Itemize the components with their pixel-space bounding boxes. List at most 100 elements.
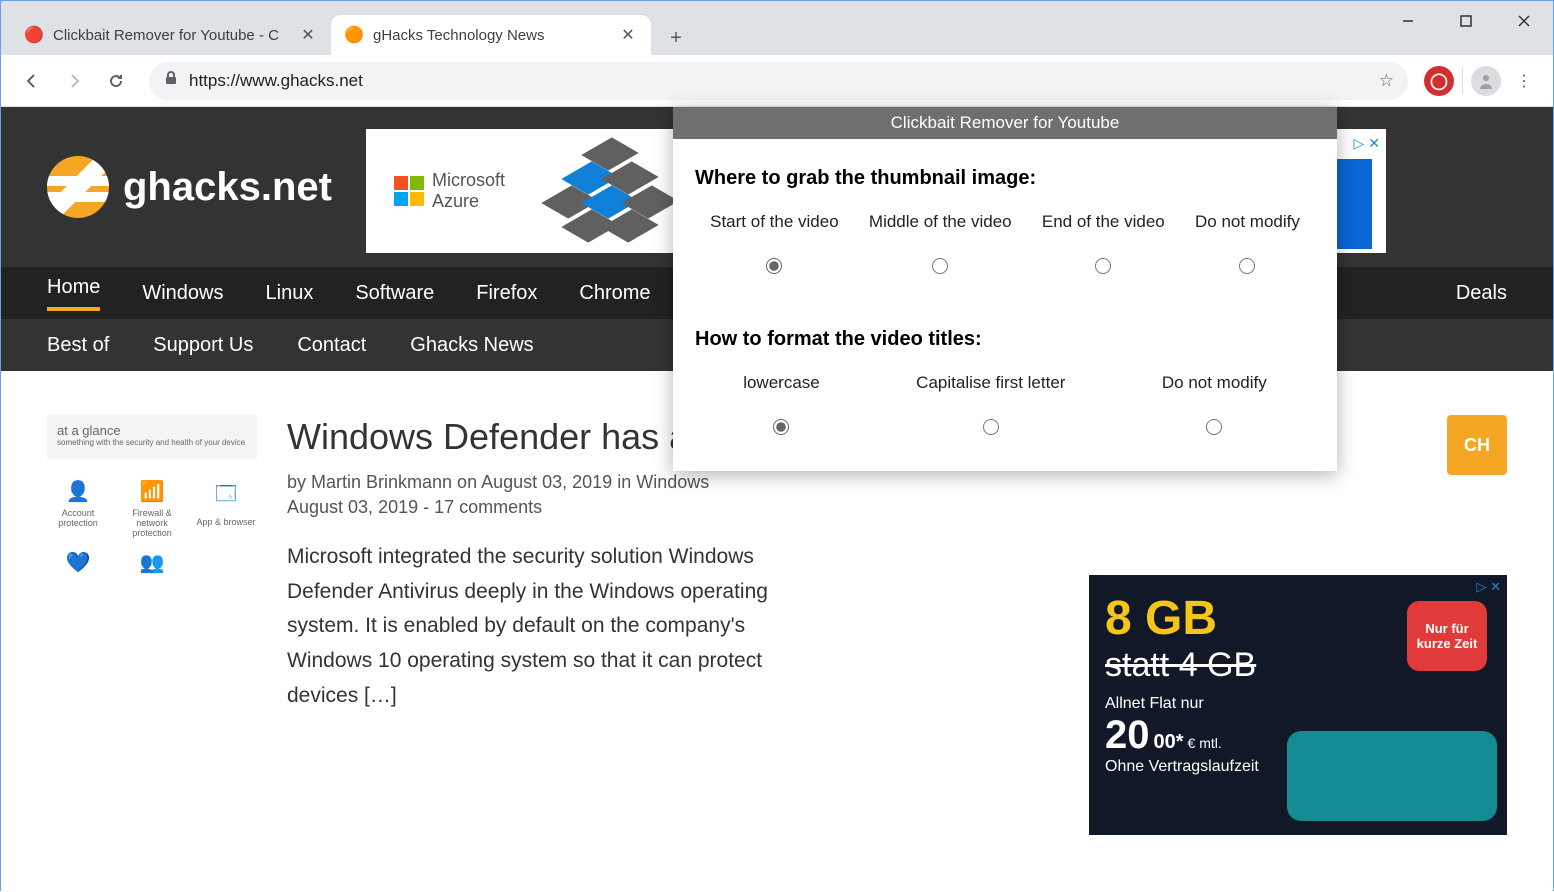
- minimize-button[interactable]: [1379, 3, 1437, 39]
- article-thumbnail: at a glance something with the security …: [47, 415, 257, 713]
- thumb-sub: something with the security and health o…: [57, 438, 247, 447]
- nav-deals[interactable]: Deals: [1456, 282, 1507, 305]
- thumb-heading: at a glance: [57, 423, 247, 438]
- ad-cents: 00*: [1154, 731, 1184, 754]
- article-byline: by Martin Brinkmann on August 03, 2019 i…: [287, 472, 1047, 493]
- option-middle-video[interactable]: Middle of the video: [869, 212, 1012, 274]
- radio-capitalise[interactable]: [983, 419, 999, 435]
- opt-label: Do not modify: [1162, 373, 1267, 393]
- radio-lowercase[interactable]: [773, 419, 789, 435]
- option-end-video[interactable]: End of the video: [1042, 212, 1165, 274]
- microsoft-logo-icon: [394, 176, 424, 206]
- thumbnail-options: Start of the video Middle of the video E…: [695, 212, 1315, 274]
- popup-question-thumbnail: Where to grab the thumbnail image:: [695, 167, 1315, 190]
- ad-couch-graphic: [1287, 731, 1497, 821]
- ad-price: 20: [1105, 713, 1150, 758]
- option-title-nomod[interactable]: Do not modify: [1162, 373, 1267, 435]
- close-tab-icon[interactable]: ✕: [299, 26, 317, 44]
- nav-ghacksnews[interactable]: Ghacks News: [410, 334, 533, 357]
- maximize-button[interactable]: [1437, 3, 1495, 39]
- opt-label: Start of the video: [710, 212, 839, 232]
- tile-firewall: 📶 Firewall & network protection: [121, 479, 183, 538]
- tab-ghacks[interactable]: 🟠 gHacks Technology News ✕: [331, 15, 651, 55]
- tile-family: 👥: [121, 550, 183, 575]
- nav-software[interactable]: Software: [355, 282, 434, 305]
- radio-middle[interactable]: [932, 258, 948, 274]
- option-start-video[interactable]: Start of the video: [710, 212, 839, 274]
- opt-label: Middle of the video: [869, 212, 1012, 232]
- adchoices-icon[interactable]: ▷ ✕: [1476, 579, 1501, 595]
- article-dateline: August 03, 2019 - 17 comments: [287, 497, 1047, 518]
- site-logo[interactable]: ghacks.net: [47, 156, 332, 218]
- brand-azure: Azure: [432, 191, 479, 211]
- forward-button[interactable]: [57, 64, 91, 98]
- security-tiles: 👤 Account protection 📶 Firewall & network …: [47, 479, 257, 575]
- back-button[interactable]: [15, 64, 49, 98]
- azure-brand: Microsoft Azure: [394, 170, 505, 212]
- nav-firefox[interactable]: Firefox: [476, 282, 537, 305]
- chrome-menu-button[interactable]: ⋮: [1509, 66, 1539, 96]
- popup-question-titles: How to format the video titles:: [695, 328, 1315, 351]
- app-browser-icon: 🗔: [215, 479, 237, 513]
- option-thumb-nomod[interactable]: Do not modify: [1195, 212, 1300, 274]
- article-date: August 03, 2019: [287, 497, 418, 517]
- option-lowercase[interactable]: lowercase: [743, 373, 820, 435]
- close-tab-icon[interactable]: ✕: [619, 26, 637, 44]
- browser-toolbar: https://www.ghacks.net ☆ ◯ ⋮: [1, 55, 1553, 107]
- nav-windows[interactable]: Windows: [142, 282, 223, 305]
- adplay-icon: ▷: [1353, 135, 1364, 152]
- adchoices[interactable]: ▷✕: [1353, 135, 1380, 152]
- reload-button[interactable]: [99, 64, 133, 98]
- account-icon: 👤: [66, 479, 91, 504]
- radio-title-nomod[interactable]: [1206, 419, 1222, 435]
- article-body: Microsoft integrated the security soluti…: [287, 540, 797, 713]
- option-capitalise[interactable]: Capitalise first letter: [916, 373, 1065, 435]
- health-icon: 💙: [66, 550, 91, 575]
- tab-title: Clickbait Remover for Youtube - C: [53, 27, 289, 44]
- nav-chrome[interactable]: Chrome: [579, 282, 650, 305]
- brand-ms: Microsoft: [432, 170, 505, 190]
- nav-support[interactable]: Support Us: [153, 334, 253, 357]
- tile-label: App & browser: [196, 517, 255, 527]
- search-button[interactable]: CH: [1447, 415, 1507, 475]
- url-text: https://www.ghacks.net: [189, 71, 1369, 91]
- tab-title: gHacks Technology News: [373, 27, 609, 44]
- popup-title: Clickbait Remover for Youtube: [673, 107, 1337, 139]
- close-window-button[interactable]: [1495, 3, 1553, 39]
- radio-end[interactable]: [1095, 258, 1111, 274]
- radio-nomod[interactable]: [1239, 258, 1255, 274]
- family-icon: 👥: [140, 550, 165, 575]
- nav-bestof[interactable]: Best of: [47, 334, 109, 357]
- adclose-icon[interactable]: ✕: [1368, 135, 1380, 152]
- nav-home[interactable]: Home: [47, 276, 100, 311]
- lock-icon: [163, 70, 179, 91]
- tab-clickbait-remover[interactable]: 🔴 Clickbait Remover for Youtube - C ✕: [11, 15, 331, 55]
- profile-avatar[interactable]: [1471, 66, 1501, 96]
- address-bar[interactable]: https://www.ghacks.net ☆: [149, 62, 1408, 100]
- sidebar-ad[interactable]: ▷ ✕ 8 GB statt 4 GB Allnet Flat nur 20 0…: [1089, 575, 1507, 835]
- window-controls: [1379, 1, 1553, 41]
- tile-label: Account protection: [47, 508, 109, 528]
- thumb-glance: at a glance something with the security …: [47, 415, 257, 459]
- ghacks-favicon: 🟠: [345, 26, 363, 44]
- nav-contact[interactable]: Contact: [297, 334, 366, 357]
- tile-health: 💙: [47, 550, 109, 575]
- site-name: ghacks.net: [123, 165, 332, 210]
- radio-start[interactable]: [766, 258, 782, 274]
- opt-label: End of the video: [1042, 212, 1165, 232]
- separator: [1462, 68, 1463, 94]
- opt-label: Capitalise first letter: [916, 373, 1065, 393]
- firewall-icon: 📶: [140, 479, 165, 504]
- ad-flat: Allnet Flat nur: [1105, 695, 1491, 713]
- new-tab-button[interactable]: +: [659, 21, 693, 55]
- extension-clickbait-remover-icon[interactable]: ◯: [1424, 66, 1454, 96]
- tile-app: 🗔 App & browser: [195, 479, 257, 538]
- ad-bubble: Nur für kurze Zeit: [1407, 601, 1487, 671]
- chrome-store-icon: 🔴: [25, 26, 43, 44]
- tile-label: Firewall & network protection: [121, 508, 183, 538]
- opt-label: lowercase: [743, 373, 820, 393]
- ad-per: € mtl.: [1188, 735, 1222, 751]
- article-comments[interactable]: 17 comments: [434, 497, 542, 517]
- bookmark-star-icon[interactable]: ☆: [1379, 71, 1394, 91]
- nav-linux[interactable]: Linux: [266, 282, 314, 305]
